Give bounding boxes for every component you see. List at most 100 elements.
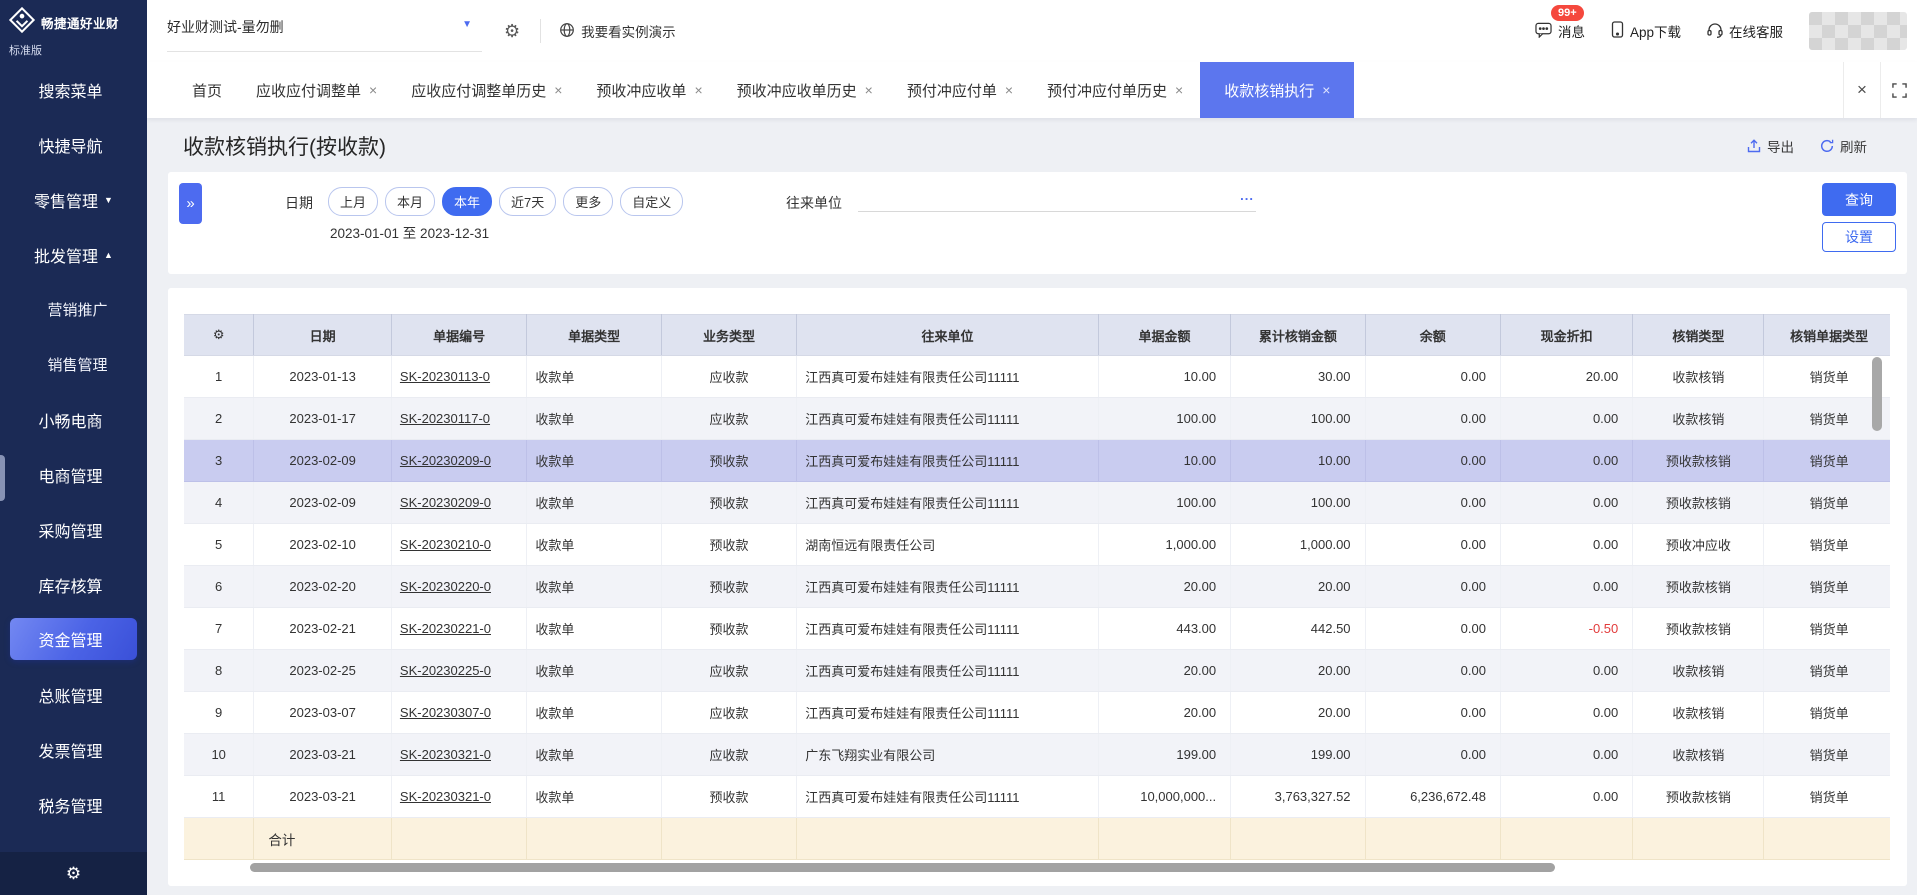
sidebar-item[interactable]: 库存核算 (0, 557, 147, 612)
export-button[interactable]: 导出 (1747, 136, 1794, 156)
column-header[interactable]: 单据类型 (526, 314, 662, 356)
row-number: 6 (184, 565, 255, 608)
online-service-button[interactable]: 在线客服 (1707, 21, 1783, 41)
settings-gear-icon[interactable]: ⚙ (66, 864, 81, 884)
date-option-pill[interactable]: 本年 (442, 187, 493, 216)
sidebar-item[interactable]: 零售管理 ▼ (0, 172, 147, 227)
cell-doc-number-link[interactable]: SK-20230210-0 (391, 523, 528, 566)
tab-close-icon[interactable]: × (865, 82, 873, 98)
cell-date: 2023-03-21 (253, 775, 392, 818)
tab[interactable]: 首页 × (175, 62, 239, 118)
cell-amount: 10,000,000... (1098, 775, 1232, 818)
cell-doc-number-link[interactable]: SK-20230307-0 (391, 691, 528, 734)
expand-filters-button[interactable]: » (179, 183, 202, 224)
tab[interactable]: 应收应付调整单 × (239, 62, 394, 118)
cell-doc-number-link[interactable]: SK-20230225-0 (391, 649, 528, 692)
tab-close-icon[interactable]: × (1005, 82, 1013, 98)
vertical-scrollbar[interactable] (1872, 357, 1882, 431)
table-row[interactable]: 7 2023-02-21 SK-20230221-0 收款单 预收款 江西真可爱… (184, 607, 1890, 650)
tab[interactable]: 应收应付调整单历史 × (394, 62, 579, 118)
cell-doc-number-link[interactable]: SK-20230117-0 (391, 397, 528, 440)
column-header[interactable]: 业务类型 (661, 314, 798, 356)
account-selector[interactable]: 好业财测试-量勿删 ▼ (167, 11, 482, 52)
sidebar-item[interactable]: 搜索菜单 (0, 62, 147, 117)
table-row[interactable]: 11 2023-03-21 SK-20230321-0 收款单 预收款 江西真可… (184, 775, 1890, 818)
tab-close-icon[interactable]: × (369, 82, 377, 98)
tab-close-icon[interactable]: × (554, 82, 562, 98)
sidebar-item[interactable]: 发票管理 (0, 722, 147, 777)
cell-doc-number-link[interactable]: SK-20230113-0 (391, 355, 528, 398)
chevron-icon: ▲ (104, 249, 113, 260)
tab-close-icon[interactable]: × (1175, 82, 1183, 98)
cell-doc-number-link[interactable]: SK-20230209-0 (391, 481, 528, 524)
tab[interactable]: 预收冲应收单历史 × (720, 62, 890, 118)
horizontal-scrollbar[interactable] (250, 863, 1555, 872)
tab[interactable]: 收款核销执行 × (1200, 62, 1355, 118)
column-header[interactable]: 核销类型 (1632, 314, 1765, 356)
user-account-redacted[interactable] (1809, 12, 1907, 50)
column-header[interactable]: 累计核销金额 (1230, 314, 1366, 356)
date-option-pill[interactable]: 本月 (385, 187, 436, 216)
cell-amount: 10.00 (1098, 355, 1232, 398)
table-row[interactable]: 10 2023-03-21 SK-20230321-0 收款单 应收款 广东飞翔… (184, 733, 1890, 776)
tab-close-icon[interactable]: × (694, 82, 702, 98)
table-row[interactable]: 8 2023-02-25 SK-20230225-0 收款单 应收款 江西真可爱… (184, 649, 1890, 692)
date-option-pill[interactable]: 上月 (328, 187, 379, 216)
sidebar-item[interactable]: 税务管理 (0, 777, 147, 832)
column-header[interactable]: 往来单位 (796, 314, 1099, 356)
sidebar-item[interactable]: 快捷导航 (0, 117, 147, 172)
partner-input[interactable]: ... (858, 180, 1256, 212)
table-row[interactable]: 6 2023-02-20 SK-20230220-0 收款单 预收款 江西真可爱… (184, 565, 1890, 608)
export-label: 导出 (1767, 140, 1794, 155)
more-options-icon[interactable]: ... (1240, 188, 1254, 203)
header-gear-icon[interactable]: ⚙ (504, 21, 520, 42)
date-option-pill[interactable]: 自定义 (620, 187, 684, 216)
tab[interactable]: 预收冲应收单 × (579, 62, 719, 118)
date-option-pill[interactable]: 近7天 (499, 187, 557, 216)
table-row[interactable]: 2 2023-01-17 SK-20230117-0 收款单 应收款 江西真可爱… (184, 397, 1890, 440)
sidebar-item[interactable]: 总账管理 (0, 667, 147, 722)
sidebar-item[interactable]: 采购管理 (0, 502, 147, 557)
tab[interactable]: 预付冲应付单 × (890, 62, 1030, 118)
chevron-down-icon: ▼ (462, 18, 472, 30)
sidebar-item[interactable]: 电商管理 (0, 447, 147, 502)
sidebar-item[interactable]: 资金管理 (10, 618, 137, 660)
cell-doc-number-link[interactable]: SK-20230221-0 (391, 607, 528, 650)
sidebar-collapse-handle[interactable] (0, 455, 5, 501)
table-row[interactable]: 3 2023-02-09 SK-20230209-0 收款单 预收款 江西真可爱… (184, 439, 1890, 482)
refresh-button[interactable]: 刷新 (1820, 136, 1867, 156)
column-header[interactable]: 日期 (253, 314, 392, 356)
cell-settle-doc-type: 销货单 (1763, 439, 1890, 482)
column-header[interactable]: 单据编号 (391, 314, 528, 356)
cell-doc-number-link[interactable]: SK-20230321-0 (391, 733, 528, 776)
cell-doc-number-link[interactable]: SK-20230220-0 (391, 565, 528, 608)
messages-button[interactable]: 99+ 消息 (1535, 5, 1585, 41)
sidebar-item[interactable]: 销售管理 (0, 337, 147, 392)
row-number: 11 (184, 775, 255, 818)
settings-button[interactable]: 设置 (1822, 222, 1896, 252)
cell-doc-number-link[interactable]: SK-20230209-0 (391, 439, 528, 482)
table-row[interactable]: 4 2023-02-09 SK-20230209-0 收款单 预收款 江西真可爱… (184, 481, 1890, 524)
column-settings-icon[interactable]: ⚙ (184, 314, 255, 356)
column-header[interactable]: 核销单据类型 (1763, 314, 1890, 356)
sidebar-item[interactable]: 批发管理 ▲ (0, 227, 147, 282)
sidebar-item[interactable]: 营销推广 (0, 282, 147, 337)
table-row[interactable]: 9 2023-03-07 SK-20230307-0 收款单 应收款 江西真可爱… (184, 691, 1890, 734)
column-header[interactable]: 单据金额 (1098, 314, 1232, 356)
demo-link[interactable]: 我要看实例演示 (559, 21, 676, 41)
cell-doc-number-link[interactable]: SK-20230321-0 (391, 775, 528, 818)
query-button[interactable]: 查询 (1822, 183, 1896, 216)
close-all-tabs-button[interactable]: × (1843, 62, 1880, 118)
date-option-pill[interactable]: 更多 (563, 187, 614, 216)
row-number: 10 (184, 733, 255, 776)
sidebar-item[interactable]: 小畅电商 (0, 392, 147, 447)
tab[interactable]: 预付冲应付单历史 × (1030, 62, 1200, 118)
table-row[interactable]: 5 2023-02-10 SK-20230210-0 收款单 预收款 湖南恒远有… (184, 523, 1890, 566)
tab-label: 首页 (192, 82, 223, 100)
app-download-button[interactable]: App下载 (1611, 21, 1681, 41)
tab-close-icon[interactable]: × (1322, 82, 1330, 98)
table-row[interactable]: 1 2023-01-13 SK-20230113-0 收款单 应收款 江西真可爱… (184, 355, 1890, 398)
column-header[interactable]: 现金折扣 (1500, 314, 1634, 356)
column-header[interactable]: 余额 (1365, 314, 1501, 356)
fullscreen-icon[interactable] (1880, 62, 1917, 118)
